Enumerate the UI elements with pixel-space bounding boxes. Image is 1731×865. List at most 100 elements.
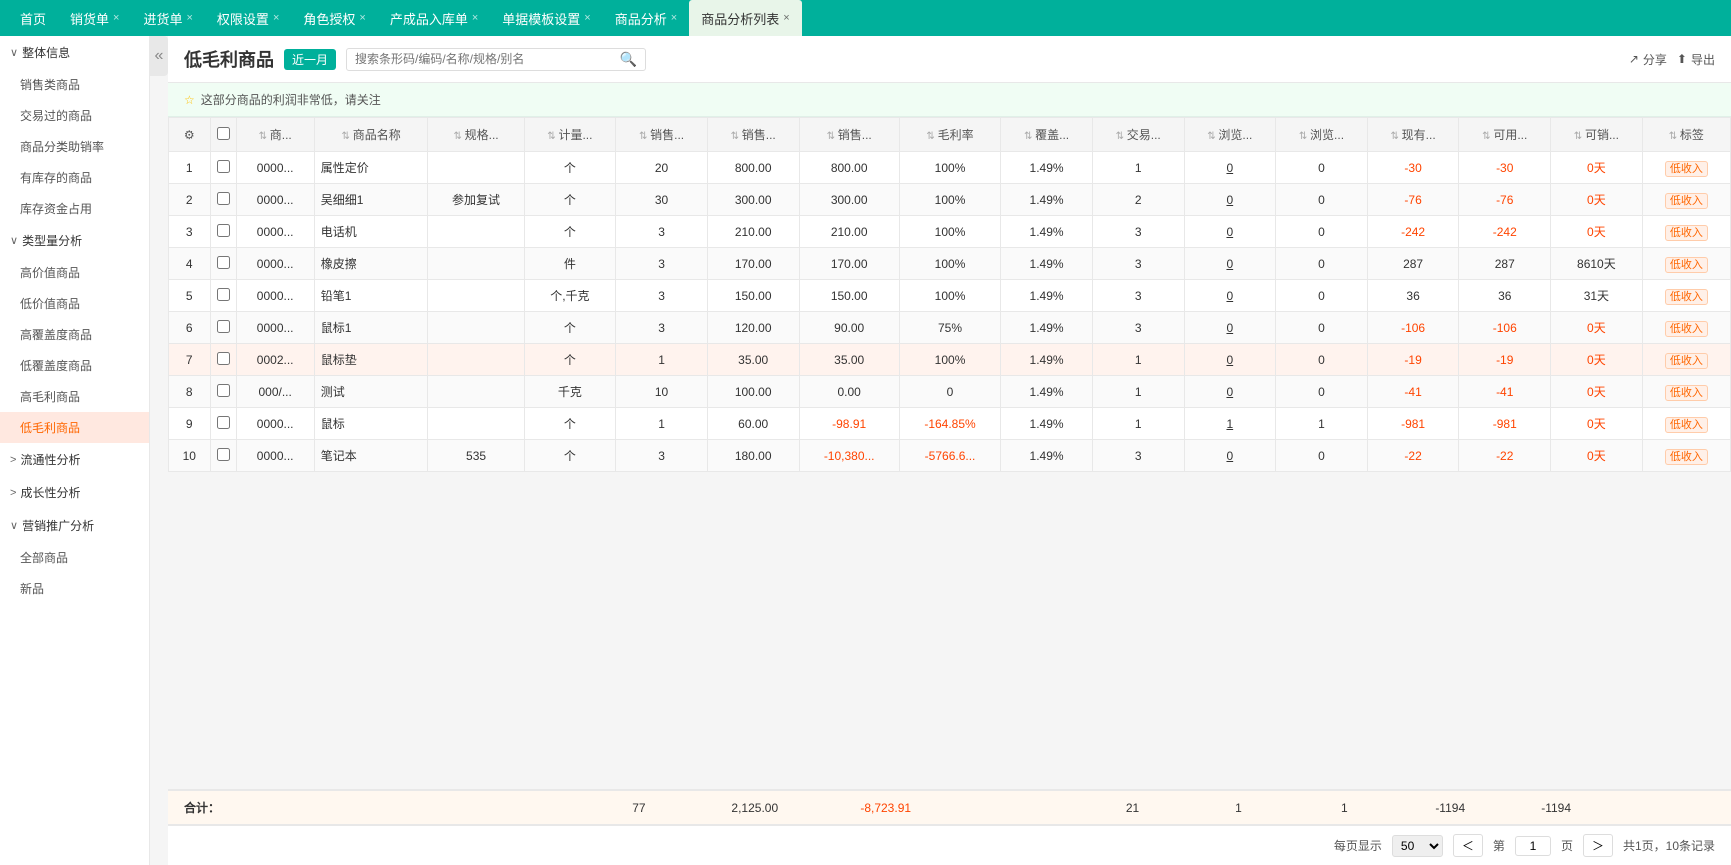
nav-close-icon[interactable]: × bbox=[359, 12, 365, 24]
col-header-5[interactable]: ⇅ 计量... bbox=[524, 118, 616, 152]
export-button[interactable]: ⬆ 导出 bbox=[1677, 51, 1715, 68]
row-checkbox-cell[interactable] bbox=[210, 344, 236, 376]
product-name[interactable]: 笔记本 bbox=[314, 440, 428, 472]
row-checkbox[interactable] bbox=[217, 224, 230, 237]
product-name[interactable]: 测试 bbox=[314, 376, 428, 408]
next-page-button[interactable]: ＞ bbox=[1583, 834, 1613, 857]
settings-icon[interactable]: ⚙ bbox=[184, 128, 195, 142]
share-button[interactable]: ↗ 分享 bbox=[1629, 51, 1667, 68]
view-count-1[interactable]: 0 bbox=[1184, 152, 1276, 184]
nav-item-销货单[interactable]: 销货单× bbox=[58, 0, 131, 36]
sidebar-item-销售类商品[interactable]: 销售类商品 bbox=[0, 69, 149, 100]
col-header-10[interactable]: ⇅ 覆盖... bbox=[1001, 118, 1093, 152]
sidebar-group-营销推广分析[interactable]: ∨营销推广分析 bbox=[0, 509, 149, 542]
nav-close-icon[interactable]: × bbox=[671, 12, 677, 24]
col-header-13[interactable]: ⇅ 浏览... bbox=[1276, 118, 1368, 152]
col-header-6[interactable]: ⇅ 销售... bbox=[616, 118, 708, 152]
row-checkbox-cell[interactable] bbox=[210, 280, 236, 312]
row-checkbox-cell[interactable] bbox=[210, 184, 236, 216]
col-header-3[interactable]: ⇅ 商品名称 bbox=[314, 118, 428, 152]
nav-item-权限设置[interactable]: 权限设置× bbox=[205, 0, 291, 36]
page-number-input[interactable] bbox=[1515, 836, 1551, 856]
col-header-4[interactable]: ⇅ 规格... bbox=[428, 118, 524, 152]
sidebar-item-高毛利商品[interactable]: 高毛利商品 bbox=[0, 381, 149, 412]
product-name[interactable]: 鼠标 bbox=[314, 408, 428, 440]
sidebar-item-有库存的商品[interactable]: 有库存的商品 bbox=[0, 162, 149, 193]
row-checkbox[interactable] bbox=[217, 288, 230, 301]
col-header-11[interactable]: ⇅ 交易... bbox=[1092, 118, 1184, 152]
nav-item-首页[interactable]: 首页 bbox=[8, 0, 58, 36]
nav-close-icon[interactable]: × bbox=[783, 12, 789, 24]
view-count-1[interactable]: 0 bbox=[1184, 312, 1276, 344]
nav-item-产成品入库单[interactable]: 产成品入库单× bbox=[378, 0, 490, 36]
row-checkbox-cell[interactable] bbox=[210, 376, 236, 408]
row-checkbox-cell[interactable] bbox=[210, 216, 236, 248]
col-header-17[interactable]: ⇅ 标签 bbox=[1642, 118, 1730, 152]
sidebar-item-高价值商品[interactable]: 高价值商品 bbox=[0, 257, 149, 288]
product-name[interactable]: 橡皮擦 bbox=[314, 248, 428, 280]
view-count-1[interactable]: 0 bbox=[1184, 248, 1276, 280]
row-checkbox[interactable] bbox=[217, 384, 230, 397]
sidebar-collapse-button[interactable]: « bbox=[150, 36, 168, 76]
col-header-14[interactable]: ⇅ 现有... bbox=[1367, 118, 1459, 152]
date-filter-tag[interactable]: 近一月 bbox=[284, 49, 336, 70]
row-checkbox-cell[interactable] bbox=[210, 248, 236, 280]
select-all-checkbox[interactable] bbox=[217, 127, 230, 140]
nav-item-角色授权[interactable]: 角色授权× bbox=[291, 0, 377, 36]
view-count-1[interactable]: 0 bbox=[1184, 344, 1276, 376]
row-checkbox[interactable] bbox=[217, 256, 230, 269]
sidebar-item-新品[interactable]: 新品 bbox=[0, 573, 149, 604]
nav-item-商品分析列表[interactable]: 商品分析列表× bbox=[689, 0, 801, 36]
col-header-9[interactable]: ⇅ 毛利率 bbox=[899, 118, 1000, 152]
view-count-1[interactable]: 0 bbox=[1184, 376, 1276, 408]
sidebar-item-全部商品[interactable]: 全部商品 bbox=[0, 542, 149, 573]
nav-close-icon[interactable]: × bbox=[472, 12, 478, 24]
view-count-1[interactable]: 0 bbox=[1184, 280, 1276, 312]
col-header-7[interactable]: ⇅ 销售... bbox=[707, 118, 799, 152]
col-header-12[interactable]: ⇅ 浏览... bbox=[1184, 118, 1276, 152]
sidebar-item-库存资金占用[interactable]: 库存资金占用 bbox=[0, 193, 149, 224]
nav-item-商品分析[interactable]: 商品分析× bbox=[603, 0, 689, 36]
row-checkbox-cell[interactable] bbox=[210, 408, 236, 440]
row-checkbox[interactable] bbox=[217, 352, 230, 365]
page-size-select[interactable]: 50 100 200 bbox=[1392, 835, 1443, 857]
row-checkbox[interactable] bbox=[217, 320, 230, 333]
search-input[interactable] bbox=[355, 52, 620, 66]
sidebar-group-类型量分析[interactable]: ∨类型量分析 bbox=[0, 224, 149, 257]
sidebar-item-低价值商品[interactable]: 低价值商品 bbox=[0, 288, 149, 319]
row-checkbox-cell[interactable] bbox=[210, 440, 236, 472]
view-count-1[interactable]: 0 bbox=[1184, 440, 1276, 472]
view-count-1[interactable]: 1 bbox=[1184, 408, 1276, 440]
sidebar-group-成长性分析[interactable]: >成长性分析 bbox=[0, 476, 149, 509]
row-checkbox-cell[interactable] bbox=[210, 152, 236, 184]
sidebar-group-流通性分析[interactable]: >流通性分析 bbox=[0, 443, 149, 476]
col-header-1[interactable] bbox=[210, 118, 236, 152]
prev-page-button[interactable]: ＜ bbox=[1453, 834, 1483, 857]
nav-close-icon[interactable]: × bbox=[113, 12, 119, 24]
col-header-15[interactable]: ⇅ 可用... bbox=[1459, 118, 1551, 152]
sidebar-item-交易过的商品[interactable]: 交易过的商品 bbox=[0, 100, 149, 131]
view-count-1[interactable]: 0 bbox=[1184, 184, 1276, 216]
sidebar-item-低毛利商品[interactable]: 低毛利商品 bbox=[0, 412, 149, 443]
row-checkbox[interactable] bbox=[217, 192, 230, 205]
product-name[interactable]: 属性定价 bbox=[314, 152, 428, 184]
view-count-1[interactable]: 0 bbox=[1184, 216, 1276, 248]
nav-item-进货单[interactable]: 进货单× bbox=[131, 0, 204, 36]
sidebar-group-整体信息[interactable]: ∨整体信息 bbox=[0, 36, 149, 69]
col-header-0[interactable]: ⚙ bbox=[169, 118, 211, 152]
product-name[interactable]: 鼠标1 bbox=[314, 312, 428, 344]
product-name[interactable]: 鼠标垫 bbox=[314, 344, 428, 376]
nav-close-icon[interactable]: × bbox=[273, 12, 279, 24]
col-header-8[interactable]: ⇅ 销售... bbox=[799, 118, 899, 152]
sidebar-item-商品分类助销率[interactable]: 商品分类助销率 bbox=[0, 131, 149, 162]
nav-close-icon[interactable]: × bbox=[584, 12, 590, 24]
nav-close-icon[interactable]: × bbox=[186, 12, 192, 24]
product-name[interactable]: 吴细细1 bbox=[314, 184, 428, 216]
nav-item-单据模板设置[interactable]: 单据模板设置× bbox=[490, 0, 602, 36]
col-header-2[interactable]: ⇅ 商... bbox=[236, 118, 314, 152]
row-checkbox[interactable] bbox=[217, 160, 230, 173]
row-checkbox[interactable] bbox=[217, 448, 230, 461]
col-header-16[interactable]: ⇅ 可销... bbox=[1551, 118, 1643, 152]
row-checkbox-cell[interactable] bbox=[210, 312, 236, 344]
row-checkbox[interactable] bbox=[217, 416, 230, 429]
